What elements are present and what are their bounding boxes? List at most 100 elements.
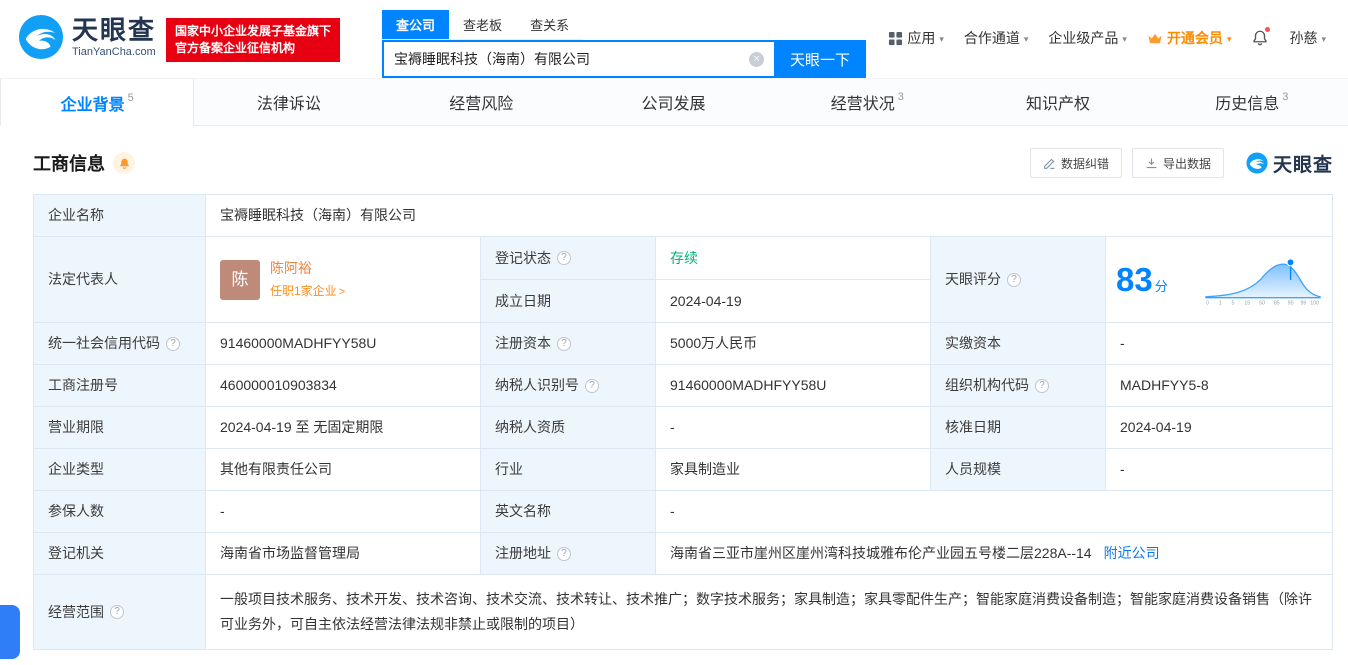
notification-bell[interactable] bbox=[1251, 26, 1272, 47]
svg-text:1: 1 bbox=[1219, 300, 1222, 305]
svg-text:85: 85 bbox=[1274, 300, 1280, 305]
english-name-value: - bbox=[656, 491, 1333, 533]
field-label-est-date: 成立日期 bbox=[481, 280, 656, 323]
chevron-down-icon: ▾ bbox=[1321, 33, 1326, 44]
org-code-value: MADHFYY5-8 bbox=[1106, 365, 1333, 407]
staff-size-value: - bbox=[1106, 449, 1333, 491]
field-label-business-term: 营业期限 bbox=[34, 407, 206, 449]
help-icon[interactable]: ? bbox=[557, 336, 571, 351]
search-input[interactable] bbox=[394, 51, 750, 67]
floating-side-widget[interactable] bbox=[0, 605, 20, 659]
field-label-credit-code: 统一社会信用代码? bbox=[34, 323, 206, 365]
business-scope-value: 一般项目技术服务、技术开发、技术咨询、技术交流、技术转让、技术推广；数字技术服务… bbox=[206, 575, 1333, 651]
field-label-staff-size: 人员规模 bbox=[931, 449, 1106, 491]
search-tab-relation[interactable]: 查关系 bbox=[516, 10, 583, 39]
field-label-reg-address: 注册地址? bbox=[481, 533, 656, 575]
subscribe-bell-icon[interactable] bbox=[113, 152, 135, 174]
help-icon[interactable]: ? bbox=[110, 605, 124, 620]
nav-apps-label: 应用 bbox=[907, 30, 936, 46]
nav-enterprise-label: 企业级产品 bbox=[1048, 30, 1119, 46]
search-tab-company[interactable]: 查公司 bbox=[382, 10, 450, 39]
tab-label: 法律诉讼 bbox=[256, 96, 321, 113]
tab-business-risk[interactable]: 经营风险 bbox=[387, 79, 579, 125]
chevron-down-icon: ▾ bbox=[1122, 33, 1127, 44]
svg-text:50: 50 bbox=[1259, 300, 1265, 305]
tianyancha-logo-icon bbox=[18, 14, 64, 60]
field-label-taxpayer-quality: 纳税人资质 bbox=[481, 407, 656, 449]
insured-count-value: - bbox=[206, 491, 481, 533]
industry-value: 家具制造业 bbox=[656, 449, 931, 491]
approval-date-value: 2024-04-19 bbox=[1106, 407, 1333, 449]
nav-vip-upgrade[interactable]: 开通会员 ▾ bbox=[1147, 28, 1232, 48]
field-label-legal-rep: 法定代表人 bbox=[34, 237, 206, 323]
field-label-reg-capital: 注册资本? bbox=[481, 323, 656, 365]
nav-cooperation-channel[interactable]: 合作通道 ▾ bbox=[964, 28, 1029, 48]
svg-text:5: 5 bbox=[1232, 300, 1235, 305]
user-name: 孙慈 bbox=[1289, 30, 1318, 46]
nearby-companies-link[interactable]: 附近公司 bbox=[1104, 543, 1160, 564]
tianyancha-score-cell[interactable]: 83 分 0 1 5 15 50 85 95 99 100 bbox=[1106, 237, 1333, 323]
help-icon[interactable]: ? bbox=[585, 378, 599, 393]
field-label-taxpayer-id: 纳税人识别号? bbox=[481, 365, 656, 407]
gov-badge-line2: 官方备案企业征信机构 bbox=[175, 41, 296, 55]
help-icon[interactable]: ? bbox=[166, 336, 180, 351]
tab-label: 企业背景 bbox=[60, 96, 125, 114]
export-data-button[interactable]: 导出数据 bbox=[1131, 148, 1224, 178]
field-label-reg-authority: 登记机关 bbox=[34, 533, 206, 575]
field-label-reg-status: 登记状态? bbox=[481, 237, 656, 280]
data-correction-label: 数据纠错 bbox=[1060, 156, 1109, 171]
help-icon[interactable]: ? bbox=[1035, 378, 1049, 393]
tab-label: 历史信息 bbox=[1215, 96, 1280, 113]
nav-enterprise-products[interactable]: 企业级产品 ▾ bbox=[1048, 28, 1127, 48]
nav-user[interactable]: 孙慈 ▾ bbox=[1289, 28, 1326, 48]
business-info-table: 企业名称 宝褥睡眠科技（海南）有限公司 法定代表人 陈 陈阿裕 任职1家企业 > … bbox=[33, 194, 1333, 651]
nav-cooperation-label: 合作通道 bbox=[963, 30, 1020, 46]
est-date-value: 2024-04-19 bbox=[656, 280, 931, 323]
help-icon[interactable]: ? bbox=[1007, 272, 1021, 287]
section-title: 工商信息 bbox=[33, 154, 105, 174]
nav-apps[interactable]: 应用 ▾ bbox=[888, 28, 944, 48]
tab-legal-proceedings[interactable]: 法律诉讼 bbox=[194, 79, 386, 125]
score-curve-chart: 0 1 5 15 50 85 95 99 100 bbox=[1205, 257, 1321, 306]
company-type-value: 其他有限责任公司 bbox=[206, 449, 481, 491]
chevron-right-icon: > bbox=[338, 285, 346, 298]
tab-intellectual-property[interactable]: 知识产权 bbox=[963, 79, 1155, 125]
legal-rep-name-link[interactable]: 陈阿裕 bbox=[270, 259, 345, 277]
notification-dot bbox=[1264, 26, 1272, 33]
legal-rep-cell: 陈 陈阿裕 任职1家企业 > bbox=[206, 237, 481, 323]
brand-name: 天眼查 bbox=[72, 14, 157, 45]
data-correction-button[interactable]: 数据纠错 bbox=[1029, 148, 1122, 178]
legal-rep-info: 陈阿裕 任职1家企业 > bbox=[270, 259, 345, 301]
tab-business-status[interactable]: 经营状况 3 bbox=[771, 79, 963, 125]
clear-icon[interactable]: × bbox=[749, 51, 765, 67]
tab-count: 3 bbox=[1282, 91, 1289, 103]
field-label-english-name: 英文名称 bbox=[481, 491, 656, 533]
help-icon[interactable]: ? bbox=[557, 251, 571, 265]
reg-no-value: 460000010903834 bbox=[206, 365, 481, 407]
chevron-down-icon: ▾ bbox=[939, 33, 944, 44]
tab-label: 公司发展 bbox=[641, 96, 706, 113]
business-term-value: 2024-04-19 至 无固定期限 bbox=[206, 407, 481, 449]
field-label-score: 天眼评分? bbox=[931, 237, 1106, 323]
tab-company-background[interactable]: 企业背景 5 bbox=[0, 79, 195, 126]
tab-count: 5 bbox=[127, 91, 134, 104]
crown-icon bbox=[1148, 33, 1162, 43]
taxpayer-id-value: 91460000MADHFYY58U bbox=[656, 365, 931, 407]
search-input-wrap: × bbox=[382, 40, 775, 78]
svg-text:0: 0 bbox=[1206, 300, 1209, 305]
tianyancha-logo[interactable]: 天眼查 TianYanCha.com bbox=[18, 14, 156, 60]
section-tabs: 企业背景 5 法律诉讼 经营风险 公司发展 经营状况 3 知识产权 历史信息 3 bbox=[0, 78, 1348, 126]
help-icon[interactable]: ? bbox=[557, 546, 571, 561]
legal-rep-avatar[interactable]: 陈 bbox=[220, 259, 260, 300]
search-button[interactable]: 天眼一下 bbox=[774, 40, 867, 78]
tab-company-development[interactable]: 公司发展 bbox=[579, 79, 771, 125]
score-number: 83 分 bbox=[1116, 260, 1168, 298]
reg-capital-value: 5000万人民币 bbox=[656, 323, 931, 365]
svg-text:99: 99 bbox=[1300, 300, 1306, 305]
edit-icon bbox=[1044, 158, 1055, 169]
chevron-down-icon: ▾ bbox=[1226, 33, 1232, 44]
search-tab-boss[interactable]: 查老板 bbox=[449, 10, 516, 39]
tab-history-info[interactable]: 历史信息 3 bbox=[1156, 79, 1348, 125]
legal-rep-employment-link[interactable]: 任职1家企业 > bbox=[270, 282, 345, 301]
field-label-insured-count: 参保人数 bbox=[34, 491, 206, 533]
